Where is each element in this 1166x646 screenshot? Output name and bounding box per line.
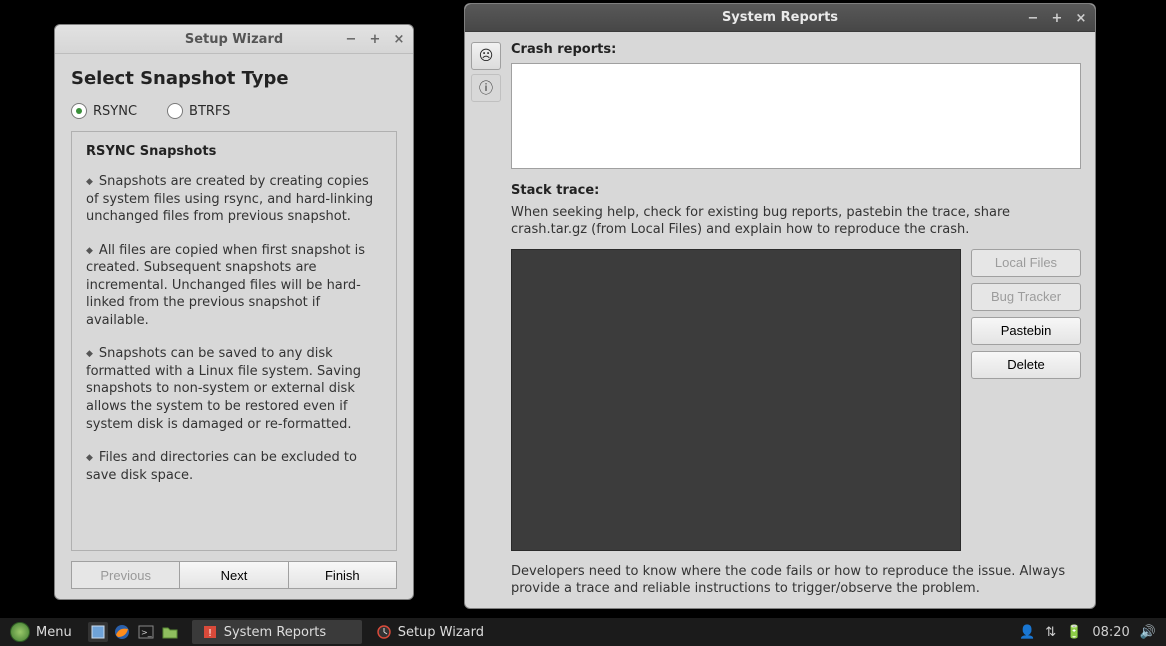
- task-label: System Reports: [224, 625, 326, 640]
- previous-button: Previous: [71, 561, 180, 589]
- maximize-icon[interactable]: +: [1049, 11, 1065, 26]
- info-tab-icon[interactable]: ⓘ: [471, 74, 501, 102]
- info-para-1: Snapshots are created by creating copies…: [86, 173, 382, 226]
- sidebar: ☹ ⓘ: [465, 32, 507, 608]
- developer-note: Developers need to know where the code f…: [511, 563, 1081, 598]
- task-label: Setup Wizard: [398, 625, 484, 640]
- system-tray: 👤 ⇅ 🔋 08:20 🔊: [1009, 625, 1166, 640]
- crash-tab-icon[interactable]: ☹: [471, 42, 501, 70]
- system-reports-window: System Reports − + × ☹ ⓘ Crash reports: …: [464, 3, 1096, 609]
- local-files-button: Local Files: [971, 249, 1081, 277]
- info-para-2: All files are copied when first snapshot…: [86, 242, 382, 330]
- crash-reports-list[interactable]: [511, 63, 1081, 169]
- quick-launch: >_: [82, 622, 186, 642]
- radio-btrfs[interactable]: BTRFS: [167, 103, 230, 119]
- mint-logo-icon: [10, 622, 30, 642]
- svg-text:!: !: [208, 628, 212, 639]
- radio-dot-icon: [71, 103, 87, 119]
- files-icon[interactable]: [160, 622, 180, 642]
- wizard-button-row: Previous Next Finish: [71, 561, 397, 589]
- clock[interactable]: 08:20: [1092, 625, 1129, 640]
- wizard-title: Setup Wizard: [185, 32, 283, 47]
- radio-btrfs-label: BTRFS: [189, 104, 230, 119]
- page-title: Select Snapshot Type: [71, 68, 397, 89]
- volume-icon[interactable]: 🔊: [1140, 625, 1156, 640]
- network-icon[interactable]: ⇅: [1045, 625, 1056, 640]
- rsync-info-panel: RSYNC Snapshots Snapshots are created by…: [71, 131, 397, 551]
- radio-rsync-label: RSYNC: [93, 104, 137, 119]
- minimize-icon[interactable]: −: [1025, 11, 1041, 26]
- user-icon[interactable]: 👤: [1019, 625, 1035, 640]
- info-panel-title: RSYNC Snapshots: [86, 144, 382, 159]
- minimize-icon[interactable]: −: [343, 32, 359, 47]
- menu-label: Menu: [36, 625, 72, 640]
- window-list: ! System Reports Setup Wizard: [192, 620, 536, 644]
- task-system-reports[interactable]: ! System Reports: [192, 620, 362, 644]
- action-buttons: Local Files Bug Tracker Pastebin Delete: [971, 249, 1081, 551]
- finish-button[interactable]: Finish: [289, 561, 397, 589]
- stack-trace-label: Stack trace:: [511, 183, 1081, 198]
- menu-button[interactable]: Menu: [0, 618, 82, 646]
- next-button[interactable]: Next: [180, 561, 288, 589]
- show-desktop-icon[interactable]: [88, 622, 108, 642]
- radio-rsync[interactable]: RSYNC: [71, 103, 137, 119]
- svg-text:>_: >_: [141, 628, 153, 637]
- delete-button[interactable]: Delete: [971, 351, 1081, 379]
- close-icon[interactable]: ×: [391, 32, 407, 47]
- close-icon[interactable]: ×: [1073, 11, 1089, 26]
- maximize-icon[interactable]: +: [367, 32, 383, 47]
- terminal-icon[interactable]: >_: [136, 622, 156, 642]
- snapshot-type-radios: RSYNC BTRFS: [71, 103, 397, 119]
- stack-trace-help: When seeking help, check for existing bu…: [511, 204, 1081, 239]
- task-setup-wizard[interactable]: Setup Wizard: [366, 620, 536, 644]
- pastebin-button[interactable]: Pastebin: [971, 317, 1081, 345]
- crash-reports-label: Crash reports:: [511, 42, 1081, 57]
- warning-icon: !: [202, 624, 218, 640]
- firefox-icon[interactable]: [112, 622, 132, 642]
- info-para-3: Snapshots can be saved to any disk forma…: [86, 345, 382, 433]
- radio-dot-icon: [167, 103, 183, 119]
- reports-title: System Reports: [722, 10, 838, 25]
- info-para-4: Files and directories can be excluded to…: [86, 449, 382, 484]
- clock-icon: [376, 624, 392, 640]
- battery-icon[interactable]: 🔋: [1066, 625, 1082, 640]
- taskbar: Menu >_ ! System Reports Setup Wizard: [0, 618, 1166, 646]
- reports-titlebar[interactable]: System Reports − + ×: [465, 4, 1095, 32]
- wizard-titlebar[interactable]: Setup Wizard − + ×: [55, 25, 413, 54]
- setup-wizard-window: Setup Wizard − + × Select Snapshot Type …: [54, 24, 414, 600]
- stack-trace-viewer[interactable]: [511, 249, 961, 551]
- bug-tracker-button: Bug Tracker: [971, 283, 1081, 311]
